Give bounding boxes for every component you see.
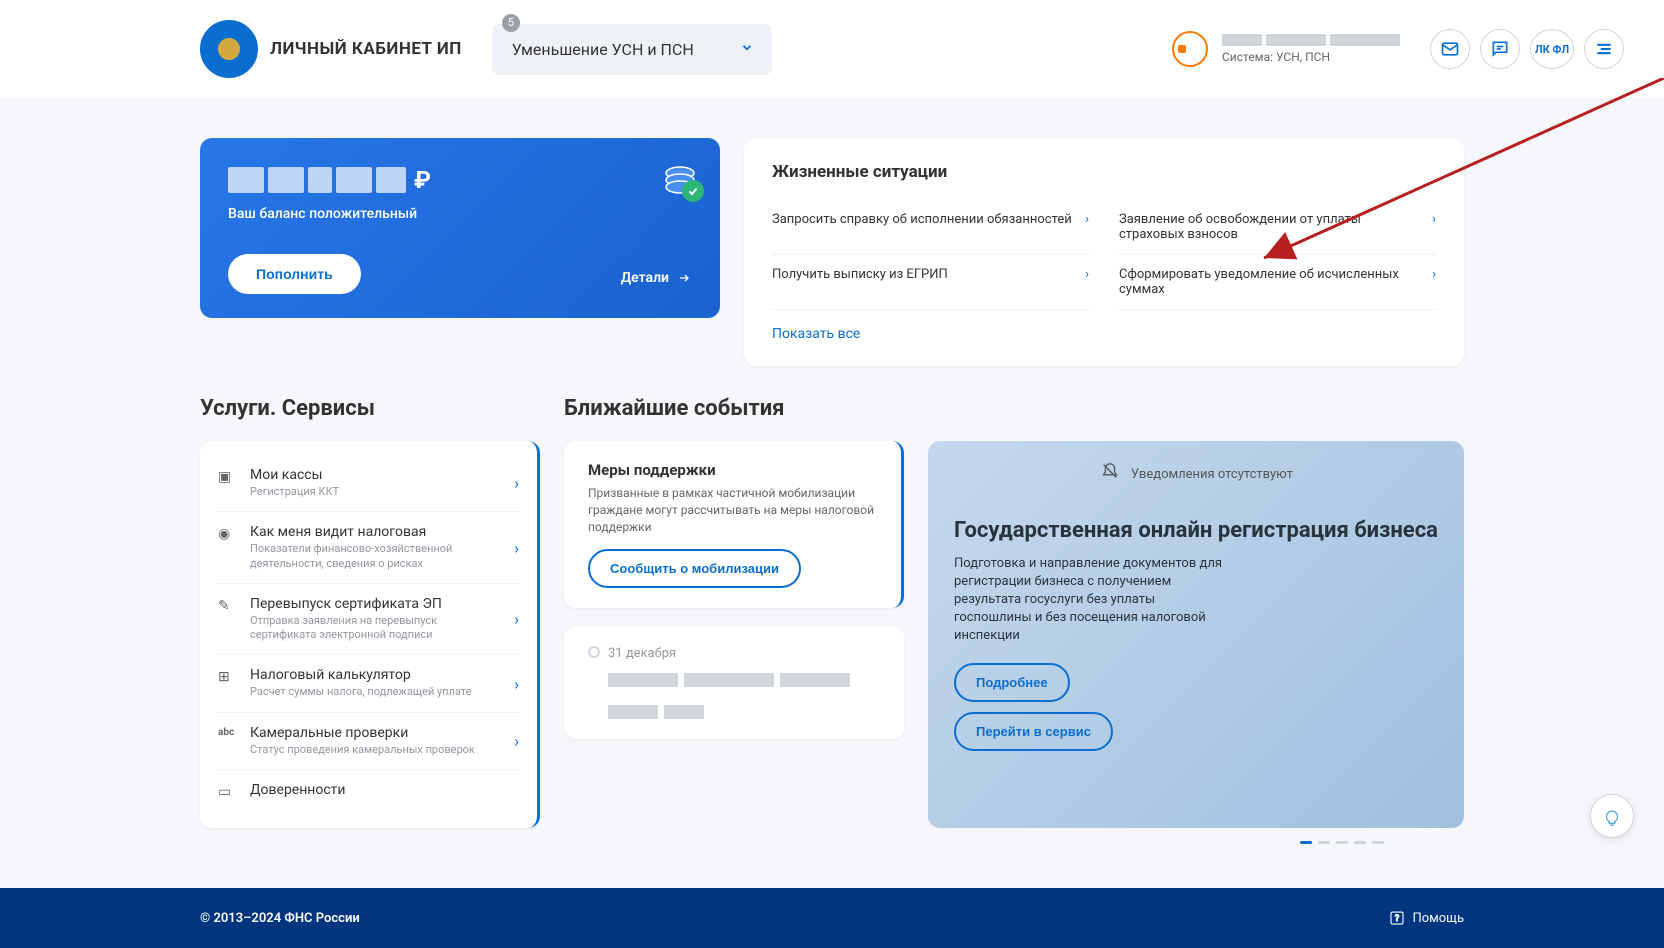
lk-fl-button[interactable]: ЛК ФЛ (1530, 29, 1574, 69)
service-item[interactable]: ▣ Мои кассыРегистрация ККТ › (218, 455, 519, 512)
app-title: ЛИЧНЫЙ КАБИНЕТ ИП (270, 39, 462, 59)
date-card: 31 декабря (564, 626, 904, 739)
user-area: Система: УСН, ПСН (1172, 31, 1400, 67)
balance-amount-redacted: ₽ (228, 166, 692, 194)
check-icon (682, 180, 704, 202)
balance-card: ₽ Ваш баланс положительный Пополнить Дет… (200, 138, 720, 318)
date-content-redacted (608, 673, 880, 719)
chevron-right-icon: › (1432, 212, 1436, 227)
notif-body: Подготовка и направление документов для … (954, 555, 1234, 646)
more-button[interactable]: Подробнее (954, 663, 1070, 702)
chevron-right-icon: › (514, 474, 519, 493)
chevron-right-icon: › (514, 538, 519, 557)
signature-icon: ✎ (218, 598, 236, 616)
support-body: Призванные в рамках частичной мобилизаци… (588, 485, 877, 535)
service-item[interactable]: ⊞ Налоговый калькуляторРасчет суммы нало… (218, 655, 519, 712)
calculator-icon: ⊞ (218, 669, 236, 687)
date-label: 31 декабря (608, 646, 880, 661)
footer: © 2013–2024 ФНС России ? Помощь (0, 888, 1664, 948)
carousel-dots[interactable] (1300, 841, 1384, 844)
logo-icon (200, 20, 258, 78)
select-badge: 5 (502, 14, 520, 32)
user-system-label: Система: УСН, ПСН (1222, 50, 1400, 64)
chevron-right-icon: › (514, 731, 519, 750)
service-item[interactable]: ◉ Как меня видит налоговаяПоказатели фин… (218, 512, 519, 584)
cash-register-icon: ▣ (218, 469, 236, 487)
eye-icon: ◉ (218, 526, 236, 544)
show-all-link[interactable]: Показать все (772, 326, 860, 342)
chevron-right-icon: › (514, 674, 519, 693)
chevron-down-icon (740, 40, 754, 59)
report-mobilization-button[interactable]: Сообщить о мобилизации (588, 549, 801, 588)
situation-item[interactable]: Сформировать уведомление об исчисленных … (1119, 255, 1436, 310)
no-notifications-label: Уведомления отсутствуют (1131, 467, 1293, 482)
help-link[interactable]: ? Помощь (1388, 909, 1464, 927)
user-name-redacted (1222, 34, 1400, 46)
service-item[interactable]: ▭ Доверенности (218, 770, 519, 814)
notif-title: Государственная онлайн регистрация бизне… (954, 517, 1438, 545)
services-heading: Услуги. Сервисы (200, 396, 540, 421)
events-heading: Ближайшие события (564, 396, 784, 421)
balance-subtitle: Ваш баланс положительный (228, 206, 692, 222)
topic-select[interactable]: 5 Уменьшение УСН и ПСН (492, 24, 772, 75)
service-item[interactable]: abc Камеральные проверкиСтатус проведени… (218, 713, 519, 770)
menu-icon[interactable] (1584, 29, 1624, 69)
main-content: ₽ Ваш баланс положительный Пополнить Дет… (0, 98, 1664, 888)
help-bubble[interactable] (1590, 794, 1634, 838)
mail-icon[interactable] (1430, 29, 1470, 69)
copyright: © 2013–2024 ФНС России (200, 911, 360, 926)
go-service-button[interactable]: Перейти в сервис (954, 712, 1113, 751)
chat-icon[interactable] (1480, 29, 1520, 69)
document-icon: ▭ (218, 784, 236, 802)
situation-item[interactable]: Запросить справку об исполнении обязанно… (772, 200, 1089, 255)
chevron-right-icon: › (514, 610, 519, 629)
svg-text:?: ? (1395, 914, 1399, 924)
notification-card: Уведомления отсутствуют Государственная … (928, 441, 1464, 828)
situation-item[interactable]: Получить выписку из ЕГРИП› (772, 255, 1089, 310)
chevron-right-icon: › (1085, 212, 1089, 227)
abc-icon: abc (218, 727, 236, 745)
situation-item[interactable]: Заявление об освобождении от уплаты стра… (1119, 200, 1436, 255)
topup-button[interactable]: Пополнить (228, 254, 361, 294)
logo-area[interactable]: ЛИЧНЫЙ КАБИНЕТ ИП (200, 20, 462, 78)
services-card: ▣ Мои кассыРегистрация ККТ › ◉ Как меня … (200, 441, 540, 828)
select-value: Уменьшение УСН и ПСН (512, 40, 694, 59)
currency-symbol: ₽ (414, 166, 431, 194)
service-item[interactable]: ✎ Перевыпуск сертификата ЭПОтправка заяв… (218, 584, 519, 656)
situations-card: Жизненные ситуации Запросить справку об … (744, 138, 1464, 366)
user-avatar-badge[interactable] (1172, 31, 1208, 67)
chevron-right-icon: › (1085, 267, 1089, 282)
situations-title: Жизненные ситуации (772, 162, 1436, 182)
details-link[interactable]: Детали (621, 270, 692, 286)
support-card: Меры поддержки Призванные в рамках части… (564, 441, 904, 608)
bell-off-icon (1099, 461, 1121, 487)
header-icons: ЛК ФЛ (1430, 29, 1624, 69)
support-title: Меры поддержки (588, 461, 877, 479)
header: ЛИЧНЫЙ КАБИНЕТ ИП 5 Уменьшение УСН и ПСН… (0, 0, 1664, 98)
chevron-right-icon: › (1432, 267, 1436, 282)
